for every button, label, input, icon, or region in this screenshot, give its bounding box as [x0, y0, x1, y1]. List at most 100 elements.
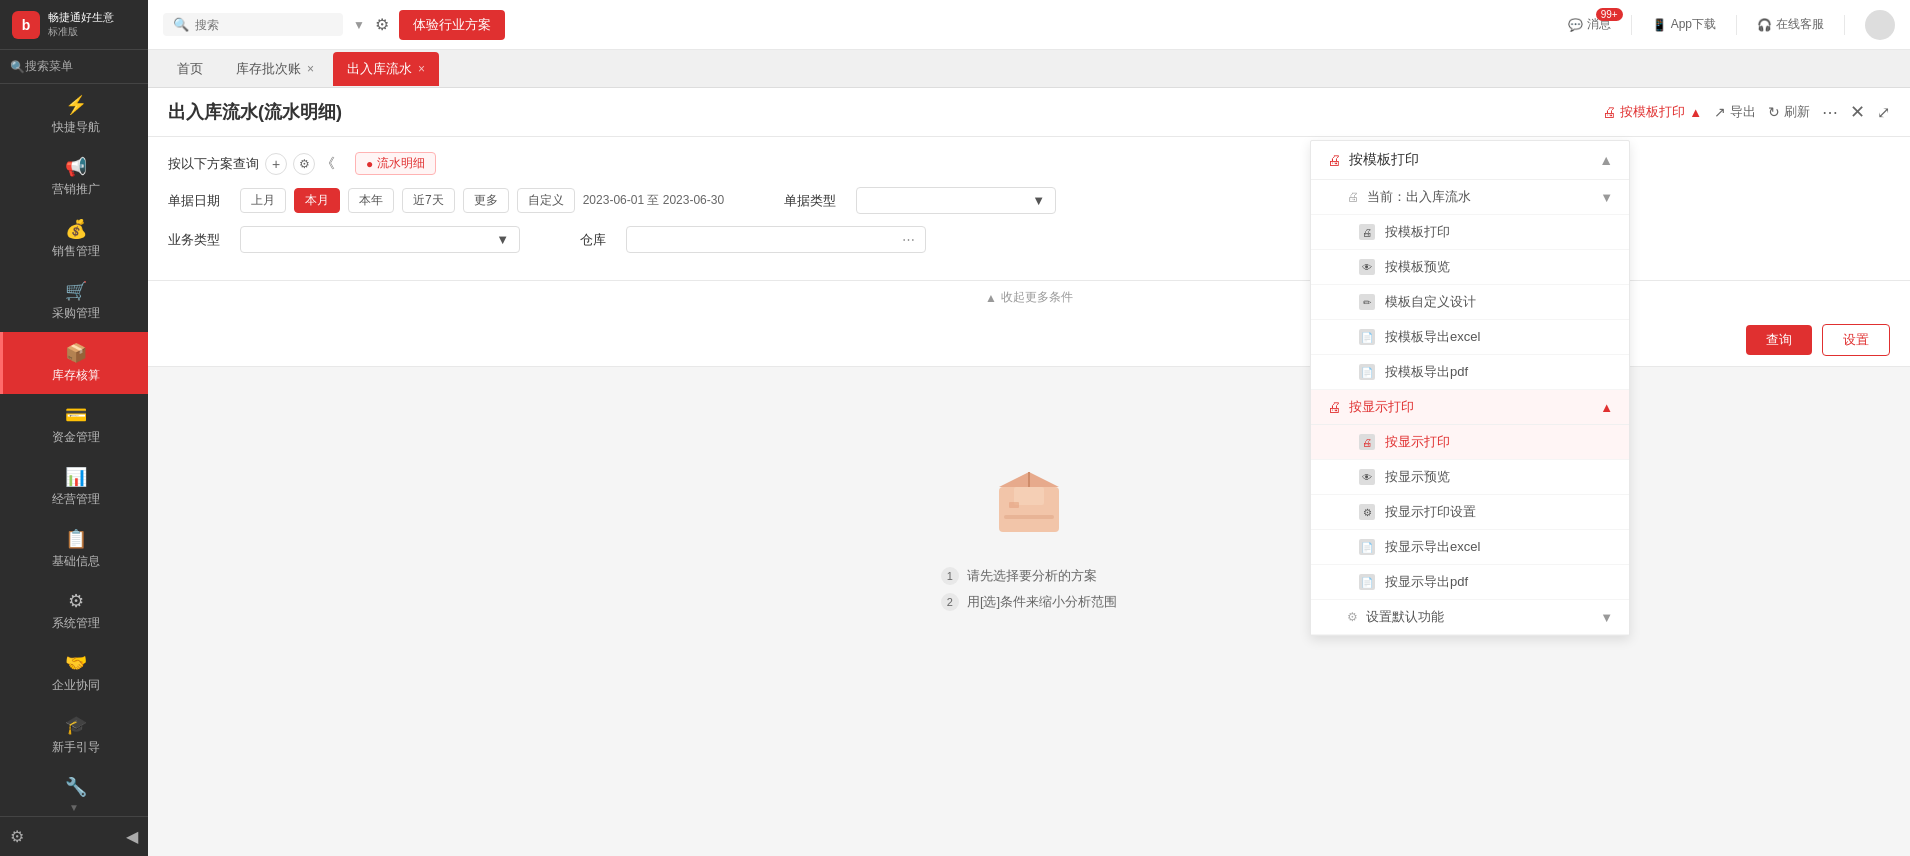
query-button[interactable]: 查询: [1746, 325, 1812, 355]
basic-icon: 📋: [65, 528, 87, 550]
dropdown-section-display[interactable]: 🖨 按显示打印 ▲: [1311, 390, 1629, 425]
topbar-divider-3: [1844, 15, 1845, 35]
topbar: 🔍 ▼ ⚙ 体验行业方案 💬 消息 99+ 📱 App下载 🎧 在线客服: [148, 0, 1910, 50]
collab-icon: 🤝: [65, 652, 87, 674]
user-avatar[interactable]: [1865, 10, 1895, 40]
quick-nav-icon: ⚡: [65, 94, 87, 116]
close-btn[interactable]: ✕: [1850, 101, 1865, 123]
sidebar-item-guide[interactable]: 🎓 新手引导: [0, 704, 148, 766]
dropdown-item-display-print[interactable]: 🖨 按显示打印: [1311, 425, 1629, 460]
settings-button[interactable]: 设置: [1822, 324, 1890, 356]
print-icon: 🖨: [1602, 104, 1616, 120]
guide-icon: 🎓: [65, 714, 87, 736]
sidebar-item-label: 资金管理: [52, 429, 100, 446]
collapse-more-btn[interactable]: ▲ 收起更多条件: [985, 289, 1073, 306]
tab-home[interactable]: 首页: [163, 52, 217, 86]
app-download-item[interactable]: 📱 App下载: [1652, 16, 1716, 33]
app-name: 畅捷通好生意: [48, 10, 114, 24]
sidebar-item-basic[interactable]: 📋 基础信息: [0, 518, 148, 580]
empty-state: 1 请先选择要分析的方案 2 用[选]条件来缩小分析范围: [148, 367, 1910, 691]
sidebar-item-collab[interactable]: 🤝 企业协同: [0, 642, 148, 704]
tab-inout-close[interactable]: ×: [418, 62, 425, 76]
appstore-icon: 🔧: [65, 776, 87, 798]
more-options-btn[interactable]: ⋯: [1822, 103, 1838, 122]
sidebar-item-appstore[interactable]: 🔧 应用中心: [0, 766, 148, 799]
dropdown-header-print-template[interactable]: 🖨 按模板打印 ▲: [1311, 141, 1629, 180]
page-actions: 🖨 按模板打印 ▲ ↗ 导出 ↻ 刷新 ⋯ ✕ ⤢: [1602, 101, 1890, 123]
filter-add-group: 按以下方案查询 + ⚙ 《: [168, 153, 335, 175]
dropdown-item-print[interactable]: 🖨 按模板打印: [1311, 215, 1629, 250]
topbar-dropdown-arrow[interactable]: ▼: [353, 18, 365, 32]
sidebar-settings-btn[interactable]: ⚙: [10, 827, 24, 846]
topbar-search-input[interactable]: [195, 18, 333, 32]
print-dropdown-arrow[interactable]: ▲: [1689, 105, 1702, 120]
collapse-row: ▲ 收起更多条件: [148, 281, 1910, 314]
tab-bar: 首页 库存批次账 × 出入库流水 ×: [148, 50, 1910, 88]
sidebar-item-sales[interactable]: 💰 销售管理: [0, 208, 148, 270]
dropdown-item-export-pdf-template[interactable]: 📄 按模板导出pdf: [1311, 355, 1629, 390]
dropdown-item-display-preview[interactable]: 👁 按显示预览: [1311, 460, 1629, 495]
dropdown-header-chevron: ▲: [1599, 152, 1613, 168]
add-filter-btn[interactable]: +: [265, 153, 287, 175]
date-btn-year[interactable]: 本年: [348, 188, 394, 213]
dropdown-item-design[interactable]: ✏ 模板自定义设计: [1311, 285, 1629, 320]
dropdown-item-display-pdf[interactable]: 📄 按显示导出pdf: [1311, 565, 1629, 600]
sidebar-item-system[interactable]: ⚙ 系统管理: [0, 580, 148, 642]
scroll-indicator: ▼: [0, 799, 148, 816]
filter-settings-btn[interactable]: ⚙: [293, 153, 315, 175]
expand-btn[interactable]: ⤢: [1877, 103, 1890, 122]
sidebar-item-finance[interactable]: 💳 资金管理: [0, 394, 148, 456]
dropdown-item-preview[interactable]: 👁 按模板预览: [1311, 250, 1629, 285]
sidebar-collapse-btn[interactable]: ◀: [126, 827, 138, 846]
date-btn-7days[interactable]: 近7天: [402, 188, 455, 213]
sidebar-item-purchase[interactable]: 🛒 采购管理: [0, 270, 148, 332]
date-label: 单据日期: [168, 192, 220, 210]
warehouse-more-icon: ⋯: [902, 232, 915, 247]
app-download-icon: 📱: [1652, 18, 1667, 32]
date-btn-prev-month[interactable]: 上月: [240, 188, 286, 213]
date-btn-current-month[interactable]: 本月: [294, 188, 340, 213]
page-content: 出入库流水(流水明细) 🖨 按模板打印 ▲ ↗ 导出 ↻ 刷新: [148, 88, 1910, 856]
sidebar-item-inventory[interactable]: 📦 库存核算: [0, 332, 148, 394]
biz-label: 业务类型: [168, 231, 220, 249]
tab-inout[interactable]: 出入库流水 ×: [333, 52, 439, 86]
display-preview-icon: 👁: [1359, 469, 1375, 485]
tab-batch-close[interactable]: ×: [307, 62, 314, 76]
message-icon-item[interactable]: 💬 消息 99+: [1568, 16, 1611, 33]
topbar-gear-icon[interactable]: ⚙: [375, 15, 389, 34]
sidebar-item-label: 新手引导: [52, 739, 100, 756]
hint-num-1: 1: [941, 567, 959, 585]
date-btn-custom[interactable]: 自定义: [517, 188, 575, 213]
refresh-btn[interactable]: ↻ 刷新: [1768, 103, 1810, 121]
sidebar-item-quick-nav[interactable]: ⚡ 快捷导航: [0, 84, 148, 146]
sidebar-search[interactable]: 🔍 搜索菜单: [0, 50, 148, 84]
sidebar-item-label: 经营管理: [52, 491, 100, 508]
preview-item-icon: 👁: [1359, 259, 1375, 275]
industry-button[interactable]: 体验行业方案: [399, 10, 505, 40]
sidebar-item-marketing[interactable]: 📢 营销推广: [0, 146, 148, 208]
dropdown-item-display-excel[interactable]: 📄 按显示导出excel: [1311, 530, 1629, 565]
dropdown-footer-default[interactable]: ⚙ 设置默认功能 ▼: [1311, 600, 1629, 635]
main-area: 🔍 ▼ ⚙ 体验行业方案 💬 消息 99+ 📱 App下载 🎧 在线客服: [148, 0, 1910, 856]
online-service-item[interactable]: 🎧 在线客服: [1757, 16, 1824, 33]
topbar-search-box[interactable]: 🔍: [163, 13, 343, 36]
warehouse-select[interactable]: ⋯: [626, 226, 926, 253]
filter-collapse-icon[interactable]: 《: [321, 155, 335, 173]
print-item-icon: 🖨: [1359, 224, 1375, 240]
topbar-divider-1: [1631, 15, 1632, 35]
print-template-btn[interactable]: 🖨 按模板打印 ▲: [1602, 103, 1702, 121]
sidebar-item-operation[interactable]: 📊 经营管理: [0, 456, 148, 518]
display-pdf-icon: 📄: [1359, 574, 1375, 590]
purchase-icon: 🛒: [65, 280, 87, 302]
type-select[interactable]: ▼: [856, 187, 1056, 214]
export-btn[interactable]: ↗ 导出: [1714, 103, 1756, 121]
tab-batch[interactable]: 库存批次账 ×: [222, 52, 328, 86]
date-btn-more[interactable]: 更多: [463, 188, 509, 213]
dropdown-item-display-settings[interactable]: ⚙ 按显示打印设置: [1311, 495, 1629, 530]
filter-row-1: 按以下方案查询 + ⚙ 《 ● 流水明细: [168, 152, 1890, 175]
dropdown-item-export-excel-template[interactable]: 📄 按模板导出excel: [1311, 320, 1629, 355]
type-select-arrow: ▼: [1032, 193, 1045, 208]
hint-item-1: 1 请先选择要分析的方案: [941, 567, 1117, 585]
dropdown-current-label[interactable]: 🖨 当前：出入库流水 ▼: [1311, 180, 1629, 215]
biz-select[interactable]: ▼: [240, 226, 520, 253]
